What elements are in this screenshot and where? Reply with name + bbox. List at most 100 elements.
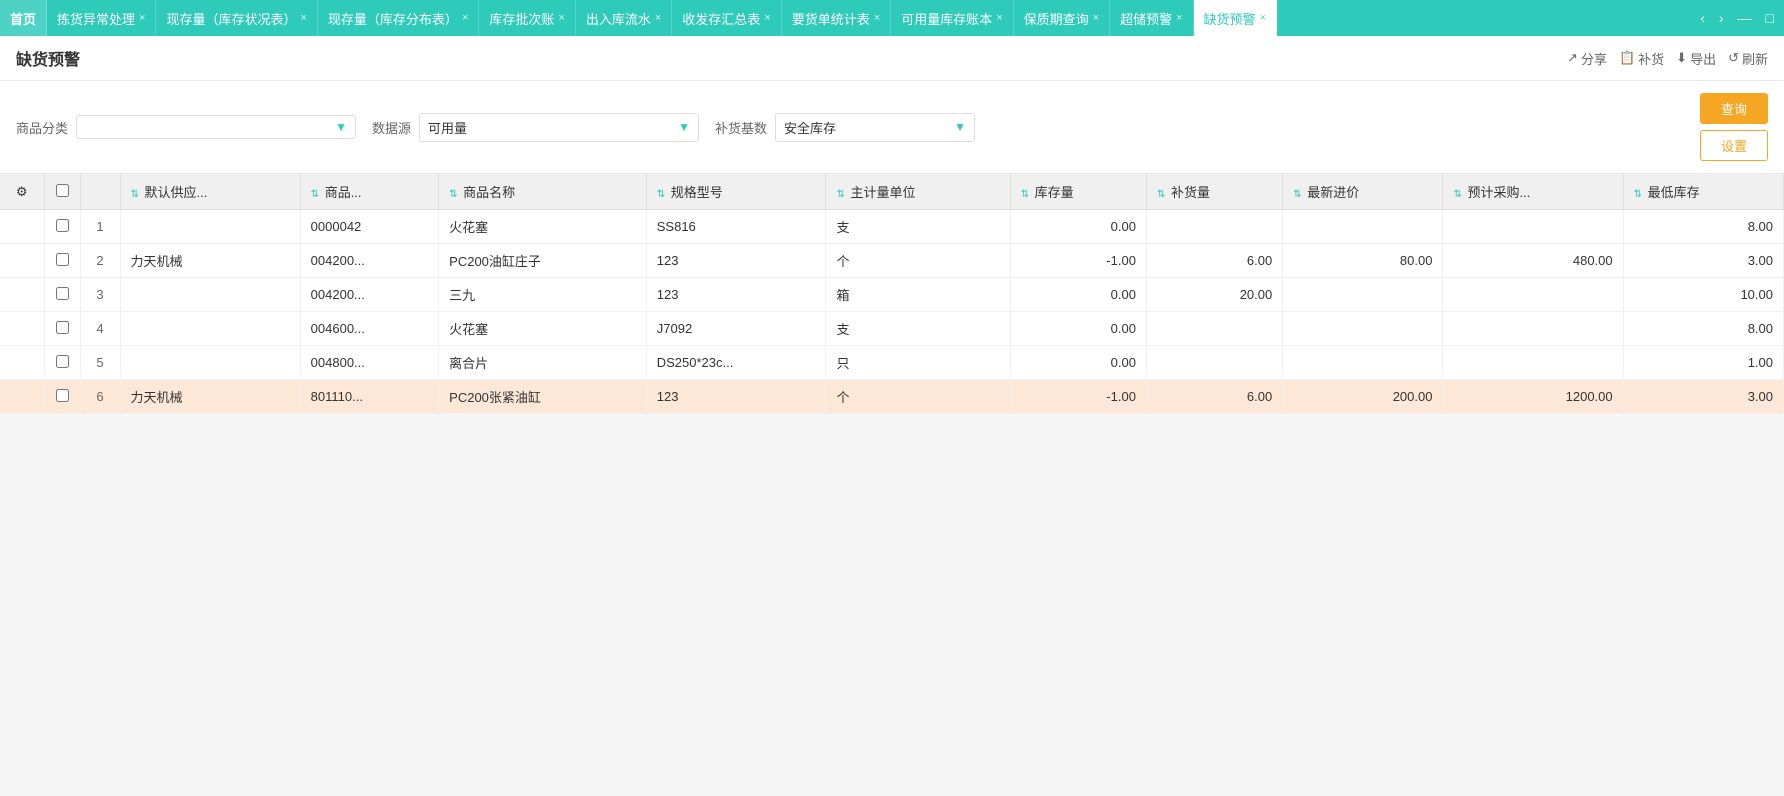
replenish-button[interactable]: 📋 补货	[1619, 49, 1664, 68]
close-exception-tab[interactable]: ×	[139, 12, 145, 24]
latest-price-sort-icon: ⇅	[1293, 189, 1301, 200]
row-est-purchase-cell: 480.00	[1443, 244, 1623, 278]
row-min-stock-cell: 1.00	[1623, 346, 1783, 380]
nav-tab-inout[interactable]: 出入库流水 ×	[576, 0, 672, 36]
row-checkbox-cell[interactable]	[44, 380, 80, 414]
table-row: 2 力天机械 004200... PC200油缸庄子 123 个 -1.00 6…	[0, 244, 1784, 278]
row-checkbox-cell[interactable]	[44, 210, 80, 244]
row-checkbox-1[interactable]	[56, 253, 69, 266]
code-column-header[interactable]: ⇅ 商品...	[300, 174, 438, 210]
close-batch-tab[interactable]: ×	[558, 12, 564, 24]
row-name-cell: 三九	[439, 278, 647, 312]
nav-tab-overstock[interactable]: 超储预警 ×	[1110, 0, 1193, 36]
nav-tab-expiry[interactable]: 保质期查询 ×	[1014, 0, 1110, 36]
row-checkbox-0[interactable]	[56, 219, 69, 232]
replenish-column-header[interactable]: ⇅ 补货量	[1146, 174, 1282, 210]
refresh-icon: ↺	[1728, 50, 1739, 66]
nav-tab-demand[interactable]: 要货单统计表 ×	[782, 0, 891, 36]
row-settings-cell	[0, 244, 44, 278]
row-est-purchase-cell: 1200.00	[1443, 380, 1623, 414]
row-stock-cell: 0.00	[1010, 210, 1146, 244]
row-supplier-cell	[120, 346, 300, 380]
row-spec-cell: 123	[646, 278, 826, 312]
row-stock-cell: -1.00	[1010, 244, 1146, 278]
row-checkbox-5[interactable]	[56, 389, 69, 402]
nav-maximize-button[interactable]: □	[1760, 8, 1780, 28]
latest-price-column-header[interactable]: ⇅ 最新进价	[1283, 174, 1443, 210]
row-est-purchase-cell	[1443, 346, 1623, 380]
row-replenish-cell	[1146, 210, 1282, 244]
main-content: 缺货预警 ↗ 分享 📋 补货 ⬇ 导出 ↺ 刷新 商品分类	[0, 36, 1784, 414]
num-column-header	[80, 174, 120, 210]
query-button[interactable]: 查询	[1700, 93, 1768, 124]
select-all-checkbox[interactable]	[56, 184, 69, 197]
close-inout-tab[interactable]: ×	[655, 12, 661, 24]
nav-tab-stock-dist[interactable]: 现存量（库存分布表） ×	[318, 0, 479, 36]
table-row: 5 004800... 离合片 DS250*23c... 只 0.00 1.00	[0, 346, 1784, 380]
row-code-cell: 801110...	[300, 380, 438, 414]
nav-tab-stock-status[interactable]: 现存量（库存状况表） ×	[156, 0, 317, 36]
close-overstock-tab[interactable]: ×	[1176, 12, 1182, 24]
column-settings-icon[interactable]: ⚙	[16, 184, 28, 199]
min-stock-column-header[interactable]: ⇅ 最低库存	[1623, 174, 1783, 210]
row-code-cell: 004200...	[300, 278, 438, 312]
spec-sort-icon: ⇅	[657, 189, 665, 200]
row-supplier-cell: 力天机械	[120, 380, 300, 414]
unit-column-header[interactable]: ⇅ 主计量单位	[826, 174, 1010, 210]
export-button[interactable]: ⬇ 导出	[1676, 49, 1716, 68]
close-demand-tab[interactable]: ×	[874, 12, 880, 24]
nav-tab-home[interactable]: 首页	[0, 0, 47, 36]
row-num-cell: 5	[80, 346, 120, 380]
row-spec-cell: DS250*23c...	[646, 346, 826, 380]
row-spec-cell: J7092	[646, 312, 826, 346]
nav-tab-shortage[interactable]: 缺货预警 ×	[1194, 0, 1277, 36]
row-checkbox-2[interactable]	[56, 287, 69, 300]
share-button[interactable]: ↗ 分享	[1567, 49, 1607, 68]
category-select[interactable]: ▼	[76, 115, 356, 139]
row-spec-cell: 123	[646, 244, 826, 278]
close-collect-tab[interactable]: ×	[764, 12, 770, 24]
row-num-cell: 6	[80, 380, 120, 414]
stock-column-header[interactable]: ⇅ 库存量	[1010, 174, 1146, 210]
row-est-purchase-cell	[1443, 278, 1623, 312]
close-shortage-tab[interactable]: ×	[1260, 12, 1266, 24]
row-settings-cell	[0, 210, 44, 244]
settings-column-header[interactable]: ⚙	[0, 174, 44, 210]
row-stock-cell: -1.00	[1010, 380, 1146, 414]
nav-tab-exception[interactable]: 拣货异常处理 ×	[47, 0, 156, 36]
nav-prev-button[interactable]: ‹	[1694, 8, 1711, 28]
row-supplier-cell	[120, 278, 300, 312]
est-purchase-sort-icon: ⇅	[1453, 189, 1461, 200]
row-spec-cell: 123	[646, 380, 826, 414]
row-checkbox-cell[interactable]	[44, 346, 80, 380]
row-checkbox-4[interactable]	[56, 355, 69, 368]
row-num-cell: 4	[80, 312, 120, 346]
replenish-icon: 📋	[1619, 50, 1635, 66]
nav-tab-available[interactable]: 可用量库存账本 ×	[891, 0, 1013, 36]
row-checkbox-3[interactable]	[56, 321, 69, 334]
row-code-cell: 004200...	[300, 244, 438, 278]
nav-minimize-button[interactable]: —	[1732, 8, 1758, 28]
table-row: 1 0000042 火花塞 SS816 支 0.00 8.00	[0, 210, 1784, 244]
nav-tab-collect[interactable]: 收发存汇总表 ×	[672, 0, 781, 36]
supplier-column-header[interactable]: ⇅ 默认供应...	[120, 174, 300, 210]
datasource-select[interactable]: 可用量 ▼	[419, 113, 699, 142]
close-stock-dist-tab[interactable]: ×	[462, 12, 468, 24]
row-checkbox-cell[interactable]	[44, 278, 80, 312]
row-checkbox-cell[interactable]	[44, 244, 80, 278]
name-column-header[interactable]: ⇅ 商品名称	[439, 174, 647, 210]
close-stock-status-tab[interactable]: ×	[300, 12, 306, 24]
settings-button[interactable]: 设置	[1700, 130, 1768, 161]
close-expiry-tab[interactable]: ×	[1093, 12, 1099, 24]
refresh-button[interactable]: ↺ 刷新	[1728, 49, 1768, 68]
replenish-base-select[interactable]: 安全库存 ▼	[775, 113, 975, 142]
est-purchase-column-header[interactable]: ⇅ 预计采购...	[1443, 174, 1623, 210]
row-replenish-cell: 6.00	[1146, 244, 1282, 278]
close-available-tab[interactable]: ×	[996, 12, 1002, 24]
nav-tab-batch[interactable]: 库存批次账 ×	[479, 0, 575, 36]
nav-next-button[interactable]: ›	[1713, 8, 1730, 28]
spec-column-header[interactable]: ⇅ 规格型号	[646, 174, 826, 210]
table-row: 3 004200... 三九 123 箱 0.00 20.00 10.00	[0, 278, 1784, 312]
row-settings-cell	[0, 312, 44, 346]
row-checkbox-cell[interactable]	[44, 312, 80, 346]
